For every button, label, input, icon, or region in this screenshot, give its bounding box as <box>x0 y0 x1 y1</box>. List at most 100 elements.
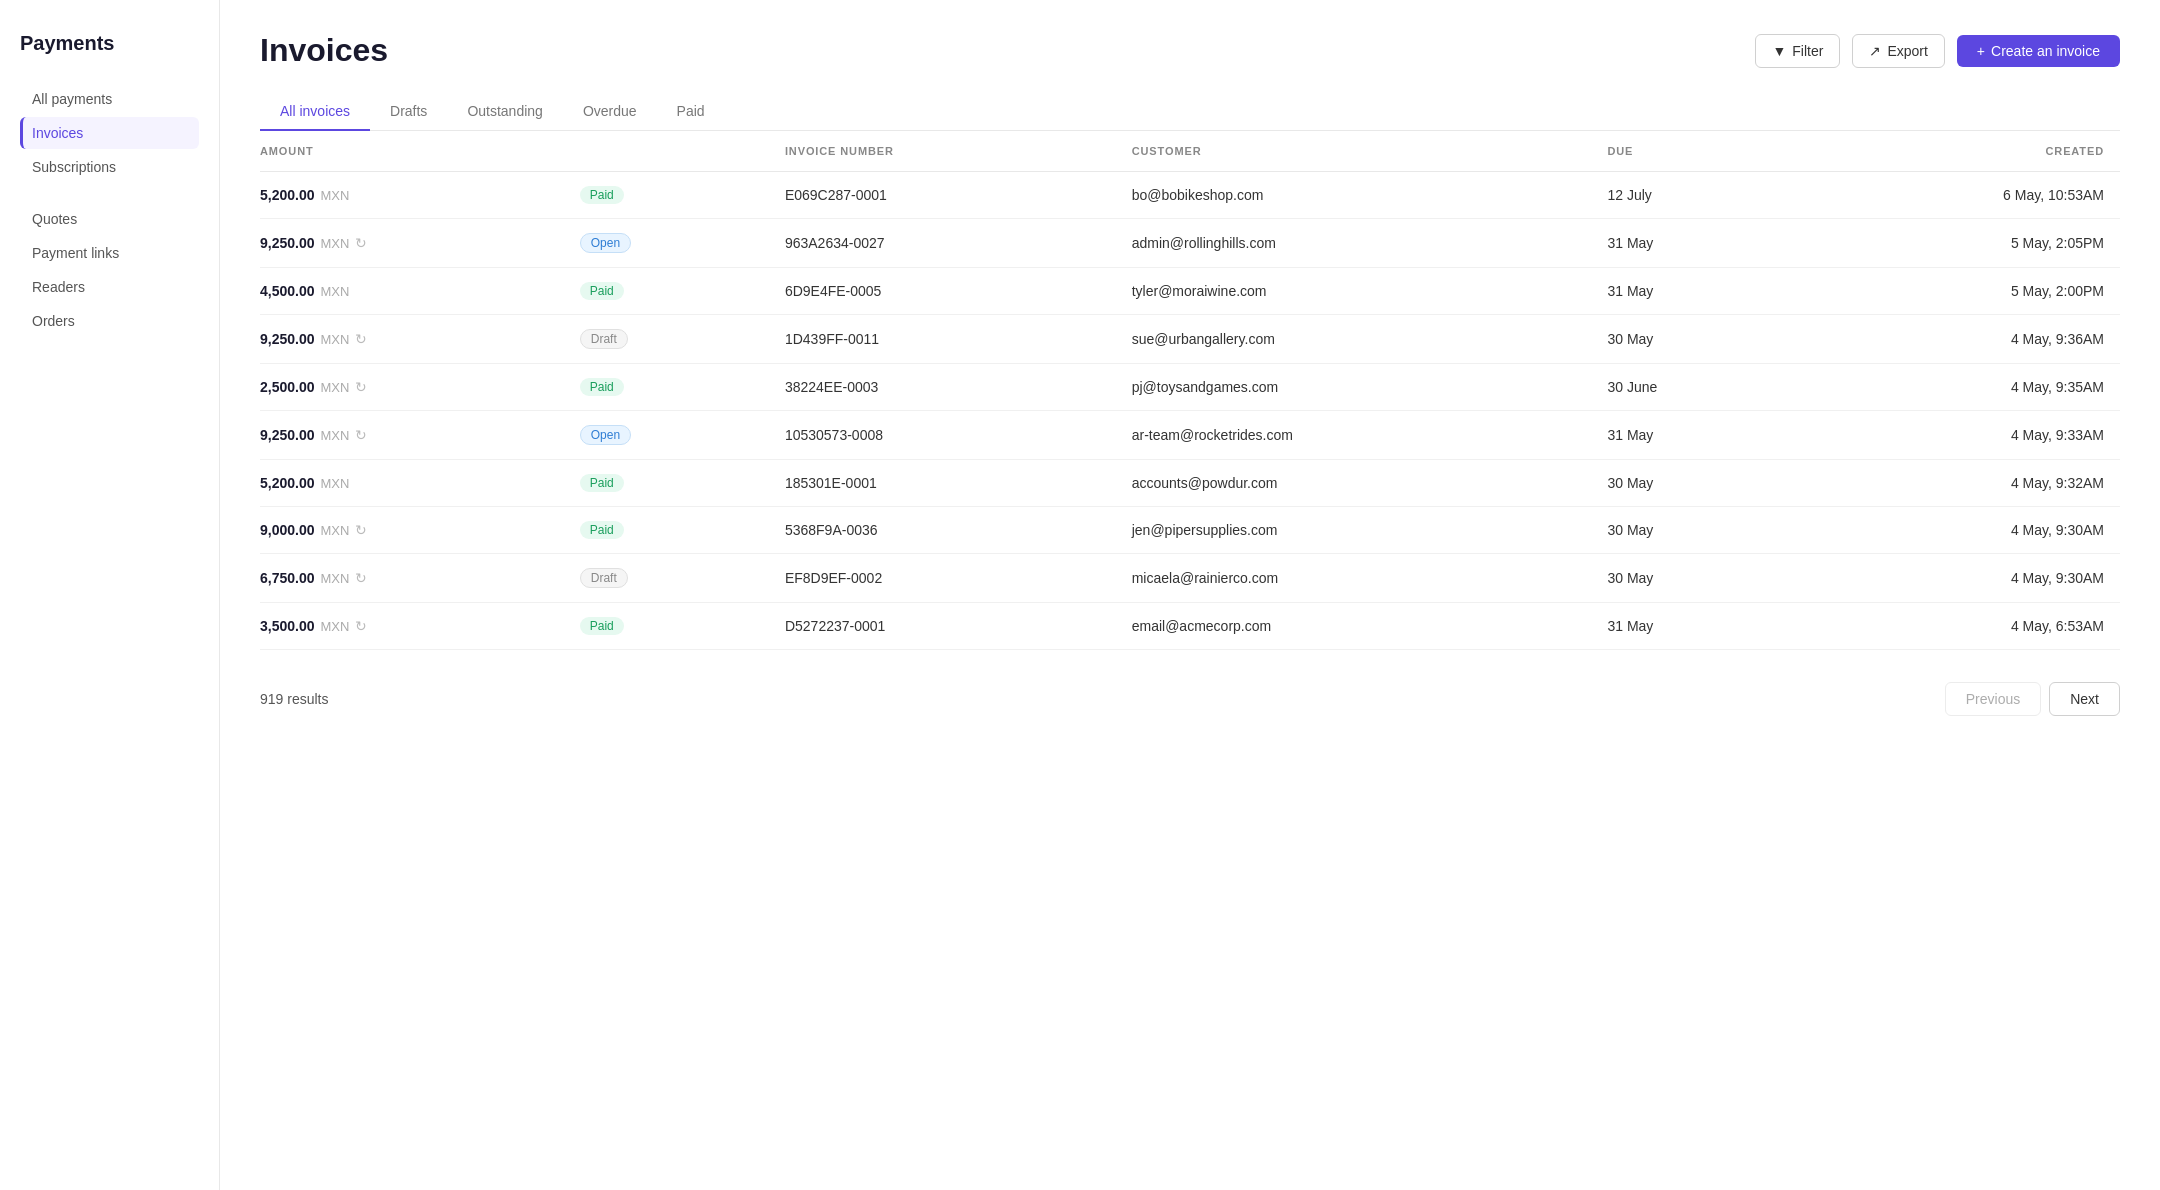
cell-amount-1: 9,250.00 MXN ↻ <box>260 219 564 268</box>
cell-created-9: 4 May, 6:53AM <box>1793 603 2120 650</box>
status-badge: Paid <box>580 282 624 300</box>
status-badge: Draft <box>580 568 628 588</box>
amount-value: 2,500.00 <box>260 379 315 395</box>
tab-outstanding[interactable]: Outstanding <box>447 93 563 131</box>
table-row[interactable]: 5,200.00 MXN Paid185301E-0001accounts@po… <box>260 460 2120 507</box>
create-invoice-button[interactable]: + Create an invoice <box>1957 35 2120 67</box>
cell-invoice-number-4: 38224EE-0003 <box>769 364 1116 411</box>
invoices-table-container: AMOUNT INVOICE NUMBER CUSTOMER DUE CREAT… <box>260 131 2120 650</box>
cell-customer-3: sue@urbangallery.com <box>1116 315 1592 364</box>
sidebar: Payments All paymentsInvoicesSubscriptio… <box>0 0 220 1190</box>
header-actions: ▼ Filter ↗ Export + Create an invoice <box>1755 34 2120 68</box>
next-button[interactable]: Next <box>2049 682 2120 716</box>
cell-customer-8: micaela@rainierco.com <box>1116 554 1592 603</box>
cell-invoice-number-0: E069C287-0001 <box>769 172 1116 219</box>
cell-amount-3: 9,250.00 MXN ↻ <box>260 315 564 364</box>
amount-currency: MXN <box>321 428 350 443</box>
cell-due-9: 31 May <box>1591 603 1792 650</box>
cell-created-1: 5 May, 2:05PM <box>1793 219 2120 268</box>
cell-invoice-number-8: EF8D9EF-0002 <box>769 554 1116 603</box>
cell-created-3: 4 May, 9:36AM <box>1793 315 2120 364</box>
recurring-icon: ↻ <box>355 570 367 586</box>
table-row[interactable]: 9,250.00 MXN ↻ Open963A2634-0027admin@ro… <box>260 219 2120 268</box>
export-icon: ↗ <box>1869 43 1881 59</box>
amount-value: 4,500.00 <box>260 283 315 299</box>
cell-customer-6: accounts@powdur.com <box>1116 460 1592 507</box>
table-row[interactable]: 9,250.00 MXN ↻ Draft1D439FF-0011sue@urba… <box>260 315 2120 364</box>
recurring-icon: ↻ <box>355 427 367 443</box>
cell-amount-9: 3,500.00 MXN ↻ <box>260 603 564 650</box>
sidebar-nav: All paymentsInvoicesSubscriptions QuotesP… <box>20 83 199 337</box>
status-badge: Open <box>580 233 631 253</box>
status-badge: Paid <box>580 378 624 396</box>
cell-created-2: 5 May, 2:00PM <box>1793 268 2120 315</box>
col-amount: AMOUNT <box>260 131 564 172</box>
sidebar-item-payment-links[interactable]: Payment links <box>20 237 199 269</box>
cell-status-9: Paid <box>564 603 769 650</box>
sidebar-item-all-payments[interactable]: All payments <box>20 83 199 115</box>
cell-invoice-number-7: 5368F9A-0036 <box>769 507 1116 554</box>
amount-currency: MXN <box>321 236 350 251</box>
cell-due-1: 31 May <box>1591 219 1792 268</box>
cell-status-4: Paid <box>564 364 769 411</box>
cell-status-6: Paid <box>564 460 769 507</box>
table-row[interactable]: 2,500.00 MXN ↻ Paid38224EE-0003pj@toysan… <box>260 364 2120 411</box>
cell-amount-2: 4,500.00 MXN <box>260 268 564 315</box>
cell-status-5: Open <box>564 411 769 460</box>
page-title: Invoices <box>260 32 388 69</box>
cell-due-7: 30 May <box>1591 507 1792 554</box>
sidebar-item-orders[interactable]: Orders <box>20 305 199 337</box>
status-badge: Paid <box>580 186 624 204</box>
cell-customer-5: ar-team@rocketrides.com <box>1116 411 1592 460</box>
amount-currency: MXN <box>321 476 350 491</box>
cell-invoice-number-9: D5272237-0001 <box>769 603 1116 650</box>
table-row[interactable]: 9,000.00 MXN ↻ Paid5368F9A-0036jen@piper… <box>260 507 2120 554</box>
cell-status-3: Draft <box>564 315 769 364</box>
amount-currency: MXN <box>321 284 350 299</box>
amount-currency: MXN <box>321 188 350 203</box>
amount-currency: MXN <box>321 380 350 395</box>
sidebar-item-invoices[interactable]: Invoices <box>20 117 199 149</box>
export-label: Export <box>1887 43 1927 59</box>
sidebar-item-quotes[interactable]: Quotes <box>20 203 199 235</box>
pagination: Previous Next <box>1945 682 2120 716</box>
status-badge: Paid <box>580 617 624 635</box>
tab-drafts[interactable]: Drafts <box>370 93 447 131</box>
cell-due-8: 30 May <box>1591 554 1792 603</box>
table-row[interactable]: 4,500.00 MXN Paid6D9E4FE-0005tyler@morai… <box>260 268 2120 315</box>
table-row[interactable]: 3,500.00 MXN ↻ PaidD5272237-0001email@ac… <box>260 603 2120 650</box>
cell-status-1: Open <box>564 219 769 268</box>
table-body: 5,200.00 MXN Paid E069C287-0001bo@bobikes… <box>260 172 2120 650</box>
create-label: Create an invoice <box>1991 43 2100 59</box>
amount-value: 6,750.00 <box>260 570 315 586</box>
status-badge: Paid <box>580 474 624 492</box>
cell-customer-7: jen@pipersupplies.com <box>1116 507 1592 554</box>
cell-amount-6: 5,200.00 MXN <box>260 460 564 507</box>
page-header: Invoices ▼ Filter ↗ Export + Create an i… <box>260 32 2120 69</box>
col-due: DUE <box>1591 131 1792 172</box>
tab-all[interactable]: All invoices <box>260 93 370 131</box>
cell-amount-4: 2,500.00 MXN ↻ <box>260 364 564 411</box>
tab-paid[interactable]: Paid <box>657 93 725 131</box>
plus-icon: + <box>1977 43 1985 59</box>
previous-button[interactable]: Previous <box>1945 682 2041 716</box>
filter-button[interactable]: ▼ Filter <box>1755 34 1840 68</box>
tab-overdue[interactable]: Overdue <box>563 93 657 131</box>
sidebar-item-readers[interactable]: Readers <box>20 271 199 303</box>
sidebar-item-subscriptions[interactable]: Subscriptions <box>20 151 199 183</box>
recurring-icon: ↻ <box>355 331 367 347</box>
cell-amount-7: 9,000.00 MXN ↻ <box>260 507 564 554</box>
cell-created-5: 4 May, 9:33AM <box>1793 411 2120 460</box>
table-row[interactable]: 9,250.00 MXN ↻ Open10530573-0008ar-team@… <box>260 411 2120 460</box>
table-row[interactable]: 5,200.00 MXN PaidE069C287-0001bo@bobikes… <box>260 172 2120 219</box>
table-row[interactable]: 6,750.00 MXN ↻ DraftEF8D9EF-0002micaela@… <box>260 554 2120 603</box>
filter-icon: ▼ <box>1772 43 1786 59</box>
recurring-icon: ↻ <box>355 522 367 538</box>
sidebar-title: Payments <box>20 32 199 55</box>
cell-due-4: 30 June <box>1591 364 1792 411</box>
cell-customer-0: bo@bobikeshop.com <box>1116 172 1592 219</box>
status-badge: Open <box>580 425 631 445</box>
invoice-tabs: All invoicesDraftsOutstandingOverduePaid <box>260 93 2120 131</box>
amount-value: 9,000.00 <box>260 522 315 538</box>
export-button[interactable]: ↗ Export <box>1852 34 1944 68</box>
